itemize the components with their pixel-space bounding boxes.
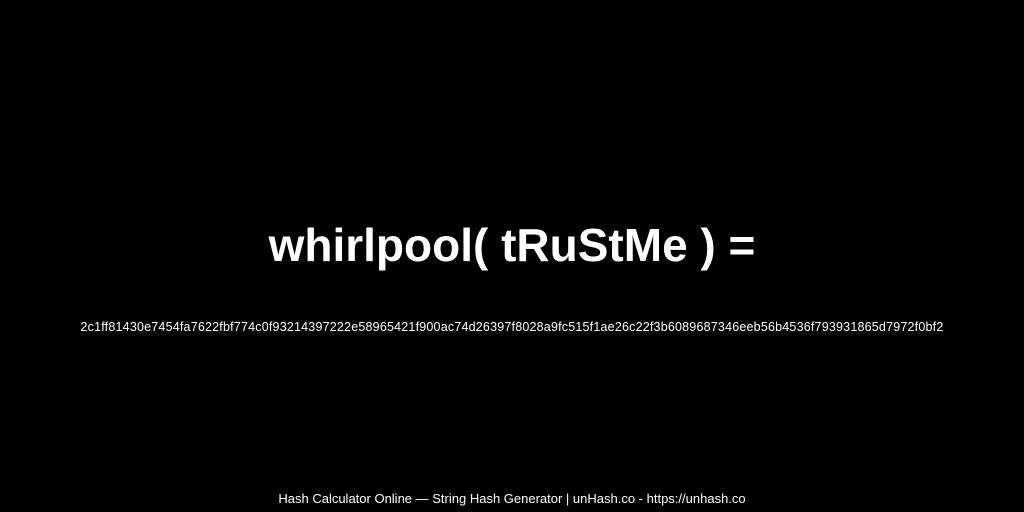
footer-text: Hash Calculator Online — String Hash Gen… (0, 491, 1024, 506)
hash-output-value: 2c1ff81430e7454fa7622fbf774c0f9321439722… (80, 320, 943, 334)
main-content: whirlpool( tRuStMe ) = 2c1ff81430e7454fa… (0, 0, 1024, 512)
hash-expression-heading: whirlpool( tRuStMe ) = (269, 218, 756, 272)
